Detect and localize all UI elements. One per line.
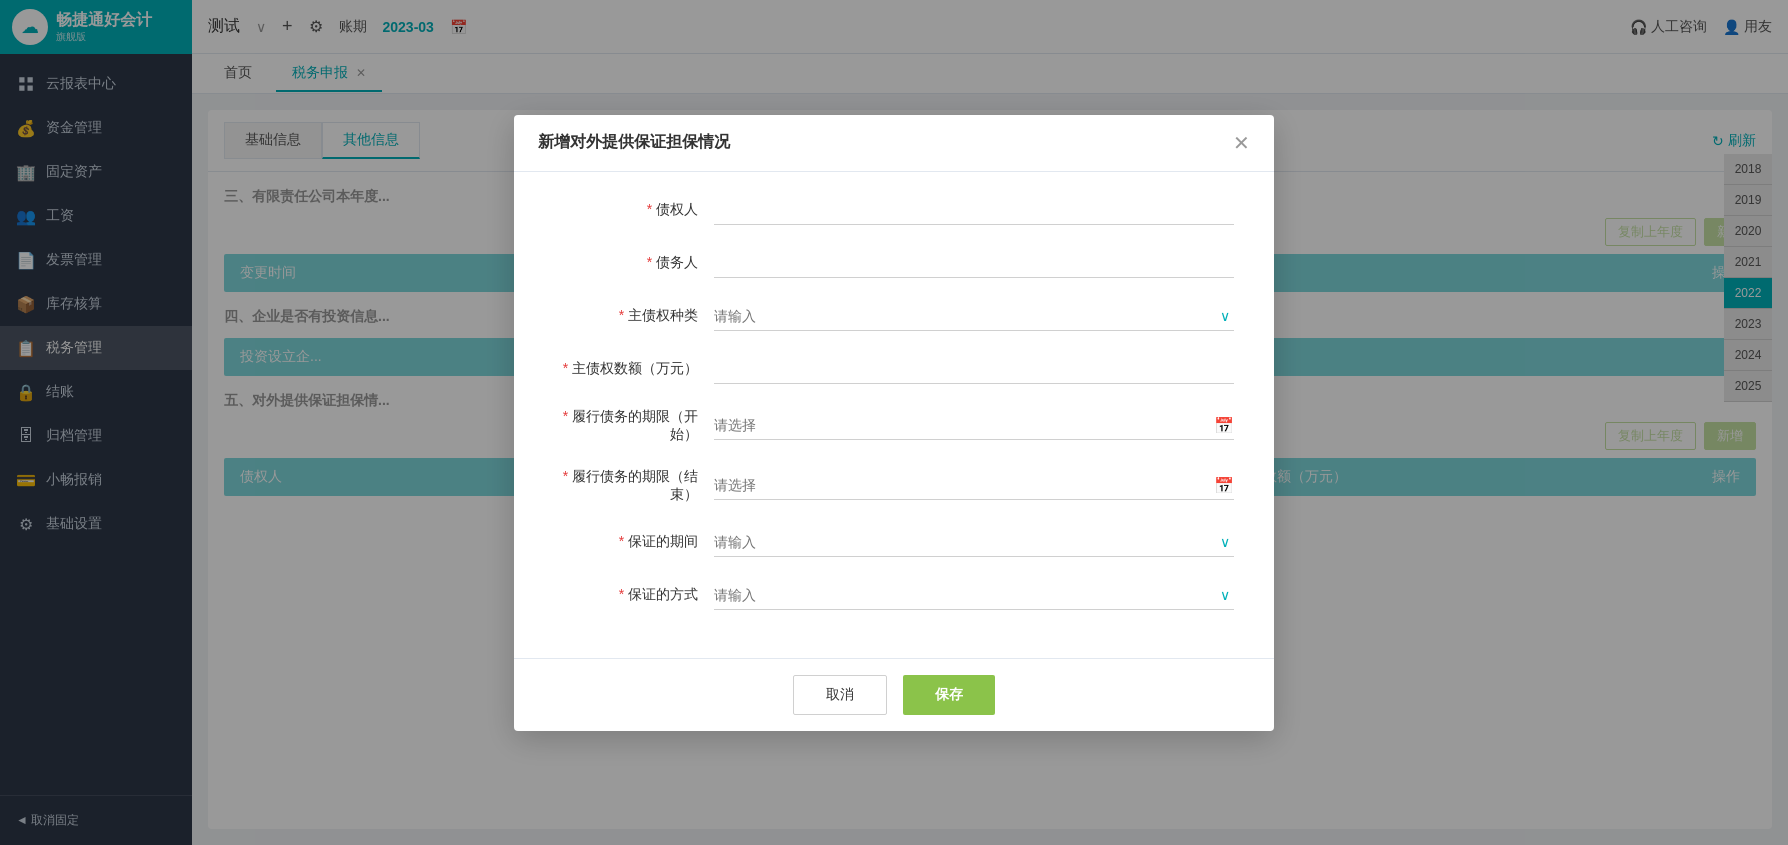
modal-close-button[interactable]: ✕ bbox=[1233, 131, 1250, 155]
guarantee-method-field: * 保证的方式 ∨ bbox=[554, 581, 1234, 610]
debt-type-arrow-icon[interactable]: ∨ bbox=[1216, 308, 1234, 324]
debt-type-select-wrapper: ∨ bbox=[714, 302, 1234, 331]
debt-amount-input[interactable] bbox=[714, 355, 1234, 384]
period-end-date-wrapper: 📅 bbox=[714, 471, 1234, 500]
debt-type-required: * bbox=[619, 307, 624, 323]
debt-type-input[interactable] bbox=[714, 302, 1216, 330]
period-end-calendar-icon[interactable]: 📅 bbox=[1214, 476, 1234, 495]
guarantee-period-select-wrapper: ∨ bbox=[714, 528, 1234, 557]
debt-amount-label: * 主债权数额（万元） bbox=[554, 360, 714, 378]
period-start-input[interactable] bbox=[714, 411, 1214, 439]
debt-type-label: * 主债权种类 bbox=[554, 307, 714, 325]
modal-footer: 取消 保存 bbox=[514, 658, 1274, 731]
creditor-field: * 债权人 bbox=[554, 196, 1234, 225]
period-end-required: * bbox=[563, 468, 568, 484]
guarantee-method-label: * 保证的方式 bbox=[554, 586, 714, 604]
creditor-label: * 债权人 bbox=[554, 201, 714, 219]
period-end-field: * 履行债务的期限（结束） 📅 bbox=[554, 468, 1234, 504]
save-button[interactable]: 保存 bbox=[903, 675, 995, 715]
modal-overlay: 新增对外提供保证担保情况 ✕ * 债权人 * 债务人 bbox=[0, 0, 1788, 845]
guarantee-period-input[interactable] bbox=[714, 528, 1216, 556]
modal-dialog: 新增对外提供保证担保情况 ✕ * 债权人 * 债务人 bbox=[514, 115, 1274, 731]
debt-type-field: * 主债权种类 ∨ bbox=[554, 302, 1234, 331]
period-start-required: * bbox=[563, 408, 568, 424]
debt-amount-field: * 主债权数额（万元） bbox=[554, 355, 1234, 384]
modal-title: 新增对外提供保证担保情况 bbox=[538, 132, 730, 153]
modal-body: * 债权人 * 债务人 * 主债权种类 bbox=[514, 172, 1274, 658]
cancel-button[interactable]: 取消 bbox=[793, 675, 887, 715]
creditor-required: * bbox=[647, 201, 652, 217]
guarantee-method-input[interactable] bbox=[714, 581, 1216, 609]
period-start-date-wrapper: 📅 bbox=[714, 411, 1234, 440]
modal-header: 新增对外提供保证担保情况 ✕ bbox=[514, 115, 1274, 172]
period-end-label: * 履行债务的期限（结束） bbox=[554, 468, 714, 504]
debtor-field: * 债务人 bbox=[554, 249, 1234, 278]
period-start-field: * 履行债务的期限（开始） 📅 bbox=[554, 408, 1234, 444]
period-end-input[interactable] bbox=[714, 471, 1214, 499]
period-start-calendar-icon[interactable]: 📅 bbox=[1214, 416, 1234, 435]
guarantee-period-arrow-icon[interactable]: ∨ bbox=[1216, 534, 1234, 550]
guarantee-method-arrow-icon[interactable]: ∨ bbox=[1216, 587, 1234, 603]
guarantee-period-field: * 保证的期间 ∨ bbox=[554, 528, 1234, 557]
debt-amount-required: * bbox=[563, 360, 568, 376]
creditor-input[interactable] bbox=[714, 196, 1234, 225]
period-start-label: * 履行债务的期限（开始） bbox=[554, 408, 714, 444]
debtor-label: * 债务人 bbox=[554, 254, 714, 272]
guarantee-method-required: * bbox=[619, 586, 624, 602]
guarantee-period-required: * bbox=[619, 533, 624, 549]
guarantee-method-select-wrapper: ∨ bbox=[714, 581, 1234, 610]
debtor-required: * bbox=[647, 254, 652, 270]
debtor-input[interactable] bbox=[714, 249, 1234, 278]
guarantee-period-label: * 保证的期间 bbox=[554, 533, 714, 551]
